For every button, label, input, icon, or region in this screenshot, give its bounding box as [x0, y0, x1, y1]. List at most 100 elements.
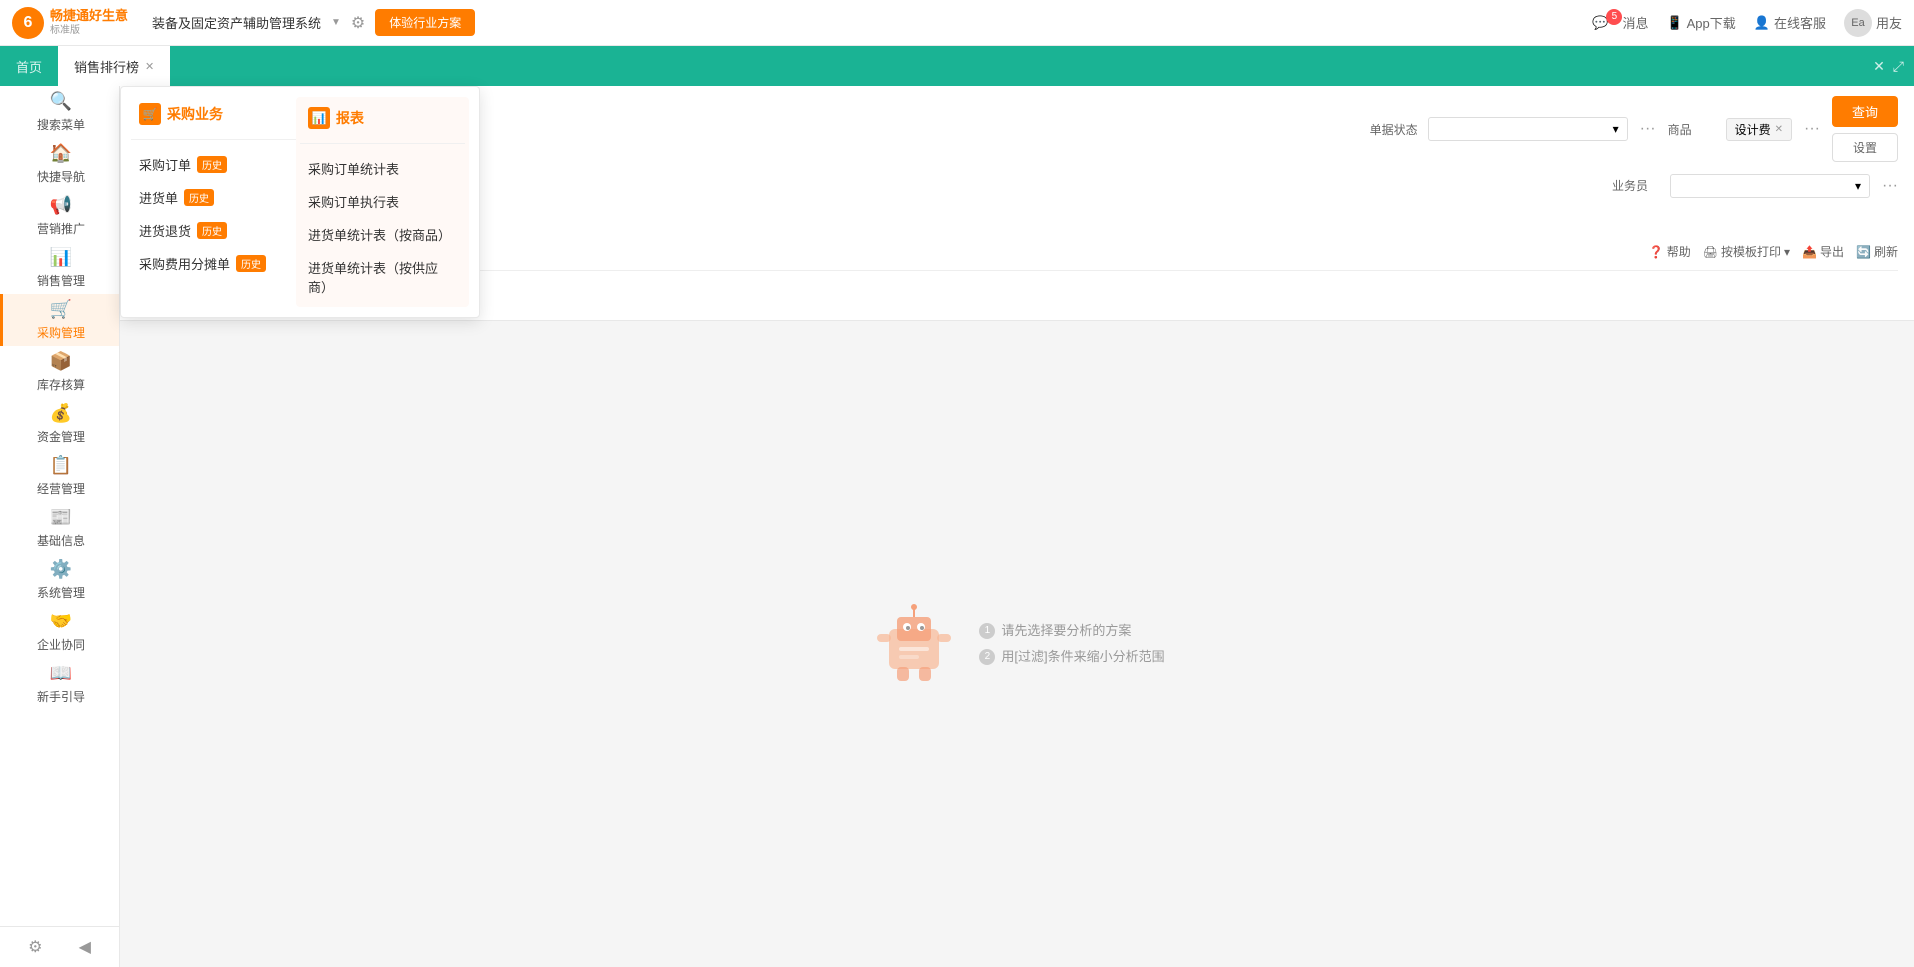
- step2-num: 2: [979, 649, 995, 665]
- sidebar-item-collab[interactable]: 🤝 企业协同: [0, 606, 119, 658]
- history-badge-0: 历史: [197, 156, 227, 173]
- receipt-status-label: 单据状态: [1370, 121, 1420, 138]
- goods-label: 商品: [1668, 121, 1718, 138]
- purchase-col-header: 🛒 采购业务: [131, 97, 296, 135]
- export-icon: 📤: [1802, 245, 1817, 259]
- query-button[interactable]: 查询: [1832, 96, 1898, 127]
- export-btn[interactable]: 📤 导出: [1802, 243, 1844, 260]
- dropdown-menu: 🛒 采购业务 采购订单 历史 进货单 历史 进货退货 历史 采购费用分摊单: [120, 86, 480, 318]
- main-layout: 🔍 搜索菜单 🏠 快捷导航 📢 营销推广 📊 销售管理 🛒 采购管理 📦 库存核…: [0, 86, 1914, 967]
- user-item[interactable]: Ea 用友: [1844, 9, 1902, 37]
- menu-item-purchase-order-exec[interactable]: 采购订单执行表: [300, 185, 465, 218]
- sidebar-item-guide[interactable]: 📖 新手引导: [0, 658, 119, 710]
- menu-item-goods-in-stat-supplier[interactable]: 进货单统计表（按供应商）: [300, 251, 465, 303]
- sidebar-bottom: ⚙ ◀: [0, 926, 119, 967]
- collab-icon: 🤝: [50, 611, 72, 632]
- chevron-down-icon: ▾: [1613, 122, 1619, 136]
- tab-close-icon[interactable]: ✕: [145, 60, 154, 73]
- menu-item-goods-in-stat-goods[interactable]: 进货单统计表（按商品）: [300, 218, 465, 251]
- sidebar-item-basic[interactable]: 📰 基础信息: [0, 502, 119, 554]
- sales-icon: 📊: [50, 247, 72, 268]
- inventory-icon: 📦: [50, 351, 72, 372]
- menu-item-goods-return[interactable]: 进货退货 历史: [131, 214, 296, 247]
- tab-sales-ranking[interactable]: 销售排行榜 ✕: [58, 46, 170, 86]
- dropdown-cols: 🛒 采购业务 采购订单 历史 进货单 历史 进货退货 历史 采购费用分摊单: [121, 97, 479, 307]
- operations-icon: 📋: [50, 455, 72, 476]
- system-title: 装备及固定资产辅助管理系统: [152, 13, 321, 32]
- sidebar-item-purchase[interactable]: 🛒 采购管理: [0, 294, 119, 346]
- online-service-item[interactable]: 👤 在线客服: [1754, 13, 1826, 32]
- goods-tag[interactable]: 设计费 ✕: [1726, 118, 1792, 141]
- purchase-col: 🛒 采购业务 采购订单 历史 进货单 历史 进货退货 历史 采购费用分摊单: [131, 97, 296, 307]
- home-icon: 🏠: [50, 143, 72, 164]
- tab-bar: 首页 销售排行榜 ✕ ✕ ⤢: [0, 46, 1914, 86]
- app-download-item[interactable]: 📱 App下载: [1666, 13, 1735, 32]
- empty-state: 1 请先选择要分析的方案 2 用[过滤]条件来缩小分析范围: [120, 321, 1914, 967]
- sidebar-item-marketing[interactable]: 📢 营销推广: [0, 190, 119, 242]
- step1-num: 1: [979, 623, 995, 639]
- receipt-status-select[interactable]: ▾: [1428, 117, 1628, 141]
- menu-item-purchase-expense[interactable]: 采购费用分摊单 历史: [131, 247, 296, 280]
- print-chevron-icon[interactable]: ▾: [1784, 245, 1790, 259]
- print-btn[interactable]: 🖨 按模板打印 ▾: [1703, 243, 1790, 260]
- history-badge-1: 历史: [184, 189, 214, 206]
- goods-dots[interactable]: ···: [1804, 120, 1820, 138]
- help-btn[interactable]: ❓ 帮助: [1649, 243, 1691, 260]
- settings-button[interactable]: 设置: [1832, 133, 1898, 162]
- sidebar-item-quicknav[interactable]: 🏠 快捷导航: [0, 138, 119, 190]
- empty-illustration: [869, 599, 959, 689]
- goods-tag-close[interactable]: ✕: [1775, 124, 1783, 135]
- sidebar-item-finance[interactable]: 💰 资金管理: [0, 398, 119, 450]
- tab-homepage[interactable]: 首页: [0, 46, 58, 86]
- print-icon: 🖨: [1703, 245, 1718, 259]
- basic-icon: 📰: [50, 507, 72, 528]
- sidebar: 🔍 搜索菜单 🏠 快捷导航 📢 营销推广 📊 销售管理 🛒 采购管理 📦 库存核…: [0, 86, 120, 967]
- marketing-icon: 📢: [50, 195, 72, 216]
- salesman-chevron-icon: ▾: [1855, 179, 1861, 193]
- purchase-divider: [131, 139, 296, 140]
- industry-btn[interactable]: 体验行业方案: [375, 9, 475, 36]
- empty-text: 1 请先选择要分析的方案 2 用[过滤]条件来缩小分析范围: [979, 618, 1164, 670]
- history-badge-2: 历史: [197, 222, 227, 239]
- system-dropdown-arrow[interactable]: ▼: [331, 17, 341, 28]
- header-middle: 装备及固定资产辅助管理系统 ▼ ⚙ 体验行业方案: [132, 9, 1592, 36]
- logo-icon: 6: [12, 7, 44, 39]
- message-badge: 5: [1606, 9, 1622, 25]
- report-col-header: 📊 报表: [300, 101, 465, 139]
- logo-area: 6 畅捷通好生意 标准版: [12, 7, 132, 39]
- message-item[interactable]: 💬 5 消息: [1592, 13, 1648, 32]
- bottom-collapse-icon[interactable]: ◀: [79, 937, 91, 957]
- sidebar-item-search[interactable]: 🔍 搜索菜单: [0, 86, 119, 138]
- app-icon: 📱: [1666, 15, 1682, 31]
- purchase-col-icon: 🛒: [139, 103, 161, 125]
- history-badge-3: 历史: [236, 255, 266, 272]
- sidebar-item-sales[interactable]: 📊 销售管理: [0, 242, 119, 294]
- avatar: Ea: [1844, 9, 1872, 37]
- search-icon: 🔍: [50, 91, 72, 112]
- logo-text: 畅捷通好生意 标准版: [50, 8, 128, 38]
- report-divider: [300, 143, 465, 144]
- refresh-btn[interactable]: 🔄 刷新: [1856, 243, 1898, 260]
- guide-icon: 📖: [50, 663, 72, 684]
- system-icon: ⚙️: [50, 559, 72, 580]
- refresh-icon: 🔄: [1856, 245, 1871, 259]
- sidebar-item-operations[interactable]: 📋 经营管理: [0, 450, 119, 502]
- sidebar-item-inventory[interactable]: 📦 库存核算: [0, 346, 119, 398]
- receipt-status-dots[interactable]: ···: [1640, 120, 1656, 138]
- tab-close-all-icon[interactable]: ✕: [1873, 58, 1885, 75]
- salesman-dots[interactable]: ···: [1882, 177, 1898, 195]
- salesman-select[interactable]: ▾: [1670, 174, 1870, 198]
- menu-item-purchase-order-stat[interactable]: 采购订单统计表: [300, 152, 465, 185]
- menu-item-purchase-order[interactable]: 采购订单 历史: [131, 148, 296, 181]
- service-icon: 👤: [1754, 15, 1770, 31]
- bottom-settings-icon[interactable]: ⚙: [28, 937, 42, 957]
- sidebar-item-system[interactable]: ⚙️ 系统管理: [0, 554, 119, 606]
- salesman-label: 业务员: [1612, 177, 1662, 194]
- tab-maximize-icon[interactable]: ⤢: [1893, 58, 1904, 75]
- settings-icon[interactable]: ⚙: [351, 13, 365, 33]
- report-col: 📊 报表 采购订单统计表 采购订单执行表 进货单统计表（按商品） 进货单统计表（…: [296, 97, 469, 307]
- help-icon: ❓: [1649, 245, 1664, 259]
- tab-controls: ✕ ⤢: [1873, 58, 1914, 75]
- purchase-icon: 🛒: [50, 299, 72, 320]
- menu-item-goods-in[interactable]: 进货单 历史: [131, 181, 296, 214]
